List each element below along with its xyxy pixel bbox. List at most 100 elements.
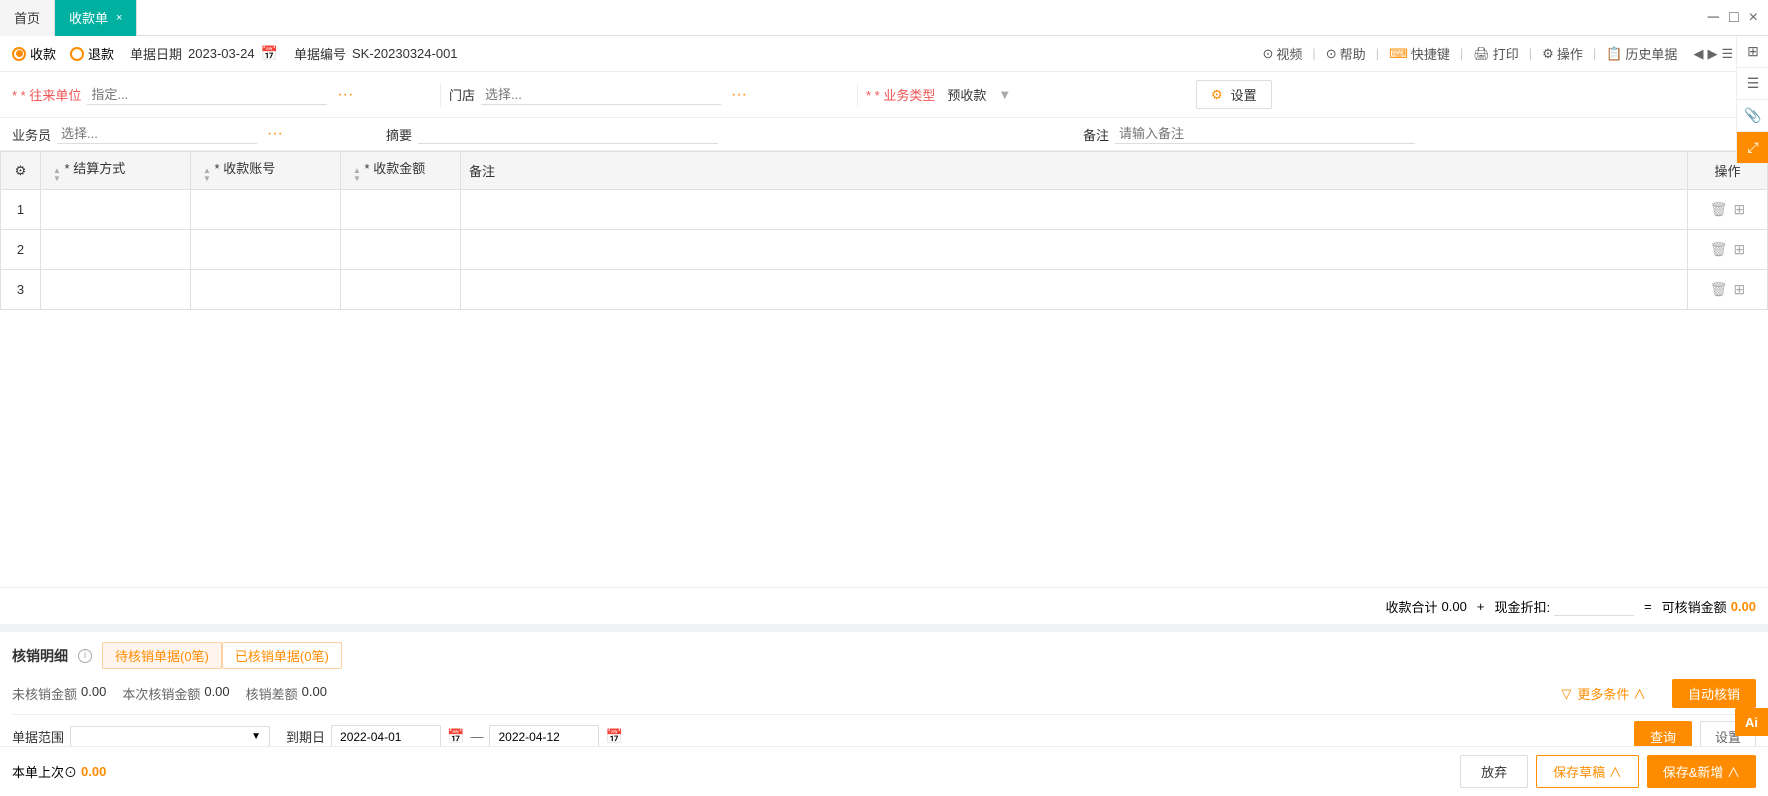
radio-receive[interactable]: 收款: [12, 44, 56, 63]
save-new-btn[interactable]: 保存&新增 ∧: [1647, 755, 1756, 788]
window-minimize-icon[interactable]: ─: [1708, 9, 1719, 27]
toolbar-shortcut[interactable]: ⌨ 快捷键: [1389, 44, 1450, 63]
hexiao-tab-done[interactable]: 已核销单据(0笔): [222, 642, 342, 669]
hexiao-tab-pending[interactable]: 待核销单据(0笔): [102, 642, 222, 669]
sidebar-attach-icon[interactable]: 📎: [1737, 100, 1768, 132]
row-delete-icon[interactable]: 🗑: [1710, 281, 1728, 298]
discount-input[interactable]: [1554, 596, 1634, 616]
range-field: 单据范围 ▼: [12, 726, 270, 747]
radio-refund[interactable]: 退款: [70, 44, 114, 63]
toolbar-history-label: 历史单据: [1625, 44, 1677, 63]
stat-current-value: 0.00: [204, 684, 229, 703]
col-settings-header[interactable]: ⚙: [1, 152, 41, 190]
abandon-btn[interactable]: 放弃: [1460, 755, 1528, 788]
counterpart-dots-icon[interactable]: ···: [337, 86, 353, 104]
row-settle[interactable]: [41, 230, 191, 270]
biz-type-dropdown-icon[interactable]: ▼: [998, 87, 1011, 102]
sort-arrows-account[interactable]: ▲▼: [203, 167, 211, 183]
net-label: 可核销金额: [1662, 597, 1727, 616]
bill-date-label: 单据日期: [130, 44, 182, 63]
store-dots-icon[interactable]: ···: [731, 86, 747, 104]
biz-type-label: * 业务类型: [866, 85, 935, 104]
row-settle[interactable]: [41, 190, 191, 230]
sidebar-expand-icon[interactable]: ⤢: [1737, 132, 1768, 164]
counterpart-label: * 往来单位: [12, 85, 81, 104]
hexiao-header: 核销明细 i 待核销单据(0笔) 已核销单据(0笔): [12, 632, 1756, 675]
row-ops: 🗑 ⊞: [1688, 190, 1768, 230]
staff-dots-icon[interactable]: ···: [267, 125, 283, 143]
table-row: 1 🗑 ⊞: [1, 190, 1768, 230]
toolbar-history[interactable]: 📋 历史单据: [1606, 44, 1677, 63]
row-delete-icon[interactable]: 🗑: [1710, 241, 1728, 258]
row-amount[interactable]: [341, 230, 461, 270]
counterpart-input[interactable]: [87, 85, 327, 105]
table-row: 3 🗑 ⊞: [1, 270, 1768, 310]
hexiao-title: 核销明细: [12, 646, 68, 666]
row-amount[interactable]: [341, 270, 461, 310]
tab-close-icon[interactable]: ×: [116, 12, 122, 24]
sidebar-table-icon[interactable]: ⊞: [1737, 36, 1768, 68]
stat-current-label: 本次核销金额: [122, 684, 200, 703]
col-note-label: 备注: [469, 164, 495, 179]
staff-field: 业务员 ···: [12, 124, 362, 144]
sidebar-list-icon[interactable]: ☰: [1737, 68, 1768, 100]
due-date-from[interactable]: [331, 725, 441, 749]
help-icon: ⊙: [1326, 46, 1337, 62]
row-amount[interactable]: [341, 190, 461, 230]
row-copy-icon[interactable]: ⊞: [1734, 241, 1746, 258]
due-date-to[interactable]: [489, 725, 599, 749]
due-date-to-calendar-icon[interactable]: 📅: [605, 728, 622, 745]
row-copy-icon[interactable]: ⊞: [1734, 201, 1746, 218]
sort-arrows-settle[interactable]: ▲▼: [53, 167, 61, 183]
tab-home[interactable]: 首页: [0, 0, 55, 36]
staff-input[interactable]: [57, 124, 257, 144]
page-footer: 本单上次⊙ 0.00 放弃 保存草稿 ∧ 保存&新增 ∧: [0, 746, 1768, 796]
section-divider: [0, 624, 1768, 632]
settings-gear-icon: ⚙: [1211, 87, 1223, 103]
auto-hexiao-btn[interactable]: 自动核销: [1672, 679, 1756, 708]
row-copy-icon[interactable]: ⊞: [1734, 281, 1746, 298]
date-dash: —: [470, 729, 483, 744]
nav-prev-icon[interactable]: ◀: [1693, 46, 1703, 62]
hexiao-tab-pending-label: 待核销单据(0笔): [115, 649, 209, 664]
row-note[interactable]: [461, 190, 1688, 230]
row-note[interactable]: [461, 270, 1688, 310]
more-conditions-btn[interactable]: ▽ 更多条件 ∧: [1561, 684, 1646, 703]
window-close-icon[interactable]: ×: [1749, 9, 1758, 27]
summary-label: 摘要: [386, 125, 412, 144]
toolbar-help[interactable]: ⊙ 帮助: [1326, 44, 1366, 63]
save-draft-btn[interactable]: 保存草稿 ∧: [1536, 755, 1639, 788]
nav-next-icon[interactable]: ▶: [1707, 46, 1717, 62]
range-select[interactable]: ▼: [70, 726, 270, 747]
sort-arrows-amount[interactable]: ▲▼: [353, 167, 361, 183]
toolbar-print[interactable]: 🖨 打印: [1473, 44, 1519, 63]
bill-date-calendar-icon[interactable]: 📅: [261, 45, 278, 62]
toolbar-ops[interactable]: ⚙ 操作: [1542, 44, 1583, 63]
row-account[interactable]: [191, 230, 341, 270]
row-account[interactable]: [191, 190, 341, 230]
row-delete-icon[interactable]: 🗑: [1710, 201, 1728, 218]
view-list-icon[interactable]: ☰: [1721, 46, 1733, 62]
row-ops: 🗑 ⊞: [1688, 270, 1768, 310]
hexiao-info-icon[interactable]: i: [78, 649, 92, 663]
tab-receipt[interactable]: 收款单 ×: [55, 0, 137, 36]
bill-date-value: 2023-03-24: [188, 46, 255, 61]
store-input[interactable]: [481, 85, 721, 105]
settings-button[interactable]: ⚙设置: [1196, 80, 1272, 109]
tab-receipt-label: 收款单: [69, 8, 108, 27]
row-note[interactable]: [461, 230, 1688, 270]
right-sidebar: ⊞ ☰ 📎 ⤢: [1736, 36, 1768, 164]
divider-1: [440, 83, 441, 107]
store-label: 门店: [449, 85, 475, 104]
hexiao-stats: 未核销金额 0.00 本次核销金额 0.00 核销差额 0.00 ▽ 更多条件 …: [12, 675, 1756, 714]
ai-badge[interactable]: Ai: [1735, 708, 1768, 736]
row-account[interactable]: [191, 270, 341, 310]
remark-input[interactable]: [1115, 124, 1415, 144]
due-date-from-calendar-icon[interactable]: 📅: [447, 728, 464, 745]
summary-input[interactable]: [418, 124, 718, 144]
col-account-header: ▲▼ * 收款账号: [191, 152, 341, 190]
toolbar-video[interactable]: ⊙ 视频: [1262, 44, 1302, 63]
row-num: 3: [1, 270, 41, 310]
row-settle[interactable]: [41, 270, 191, 310]
window-maximize-icon[interactable]: □: [1729, 9, 1739, 27]
